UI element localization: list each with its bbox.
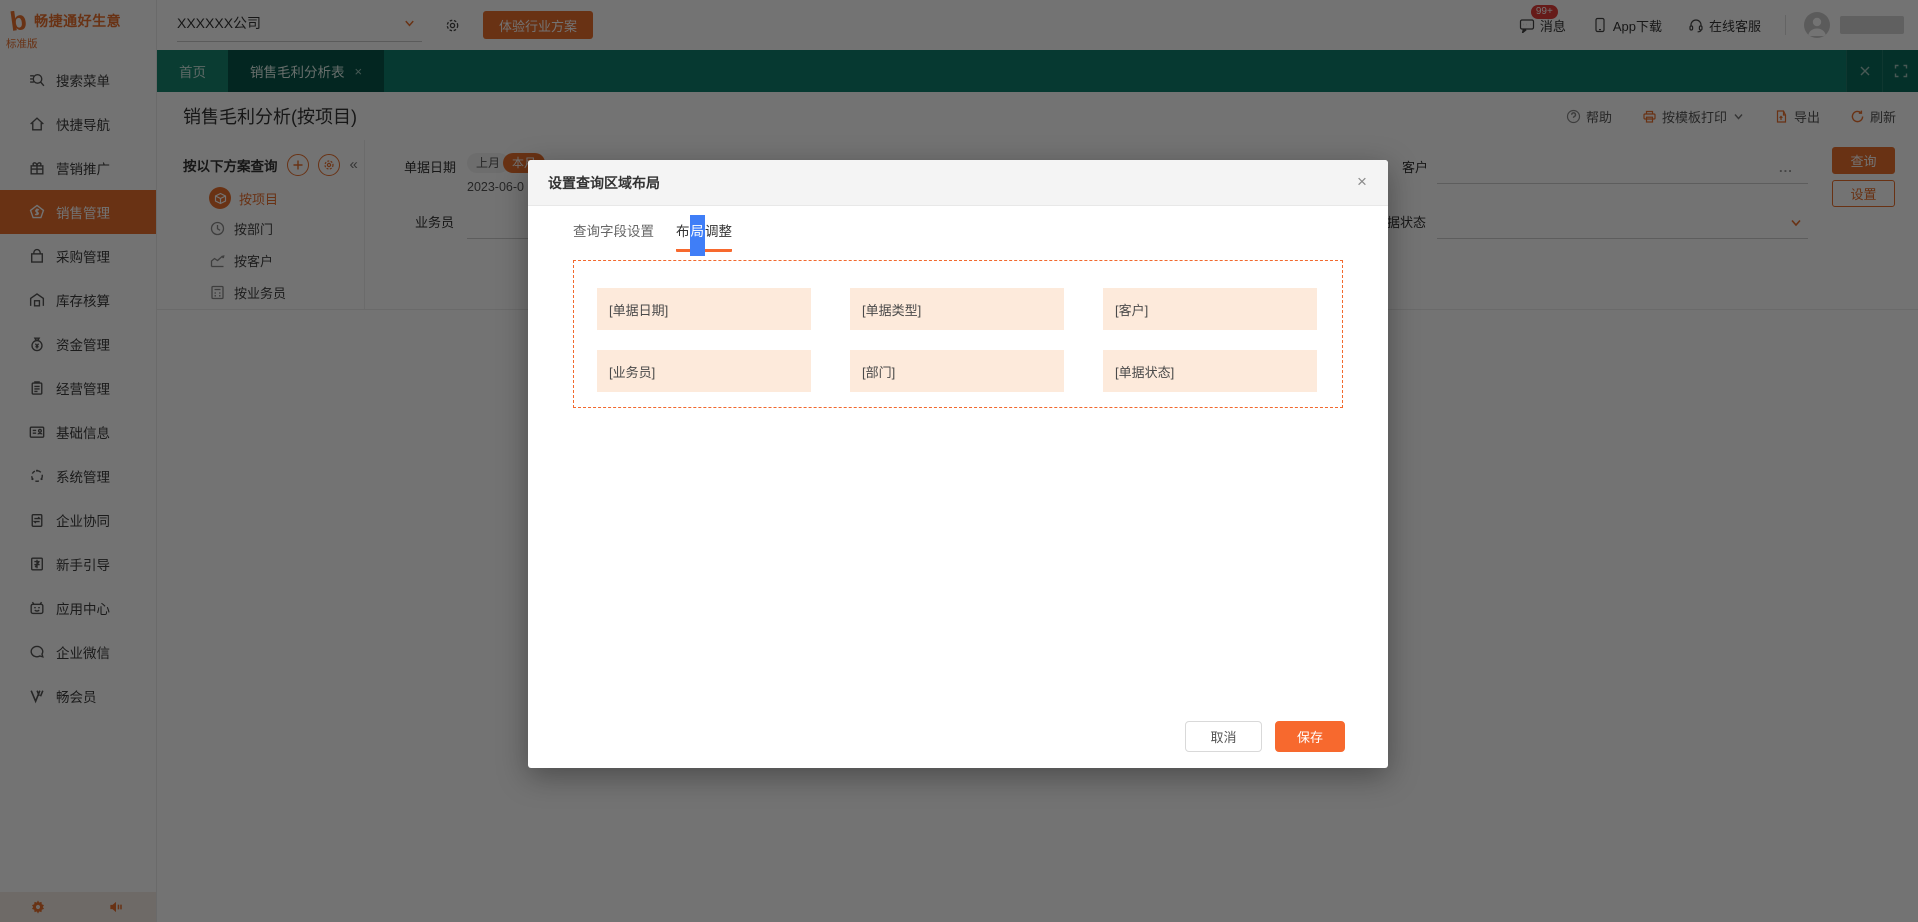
modal-tabs: 查询字段设置 布局调整 (573, 212, 754, 256)
layout-dropzone: [单据日期] [单据类型] [客户] [业务员] [部门] [单据状态] (573, 260, 1343, 408)
text-selection-highlight: 局 (689, 215, 705, 256)
cancel-button[interactable]: 取消 (1185, 721, 1262, 752)
tab-label-part: 调整 (705, 224, 732, 239)
tab-layout-adjustment[interactable]: 布局调整 (676, 212, 732, 256)
field-chip-customer[interactable]: [客户] (1103, 288, 1317, 330)
close-icon[interactable]: × (1352, 172, 1372, 192)
layout-settings-modal: 设置查询区域布局 × 查询字段设置 布局调整 [单据日期] [单据类型] [客户… (528, 160, 1388, 768)
field-chip-department[interactable]: [部门] (850, 350, 1064, 392)
modal-header: 设置查询区域布局 × (528, 160, 1388, 206)
app-root: b 畅捷通好生意 标准版 搜索菜单 快捷导航 营销推广 销售管理 (0, 0, 1918, 922)
field-chip-status[interactable]: [单据状态] (1103, 350, 1317, 392)
field-chip-doc-type[interactable]: [单据类型] (850, 288, 1064, 330)
tab-label-part: 布 (676, 224, 690, 239)
field-chip-date[interactable]: [单据日期] (597, 288, 811, 330)
modal-footer: 取消 保存 (1185, 721, 1345, 752)
field-chip-salesman[interactable]: [业务员] (597, 350, 811, 392)
tab-query-field-settings[interactable]: 查询字段设置 (573, 212, 654, 252)
modal-title: 设置查询区域布局 (548, 175, 660, 191)
save-button[interactable]: 保存 (1275, 721, 1345, 752)
tab-label: 查询字段设置 (573, 224, 654, 239)
